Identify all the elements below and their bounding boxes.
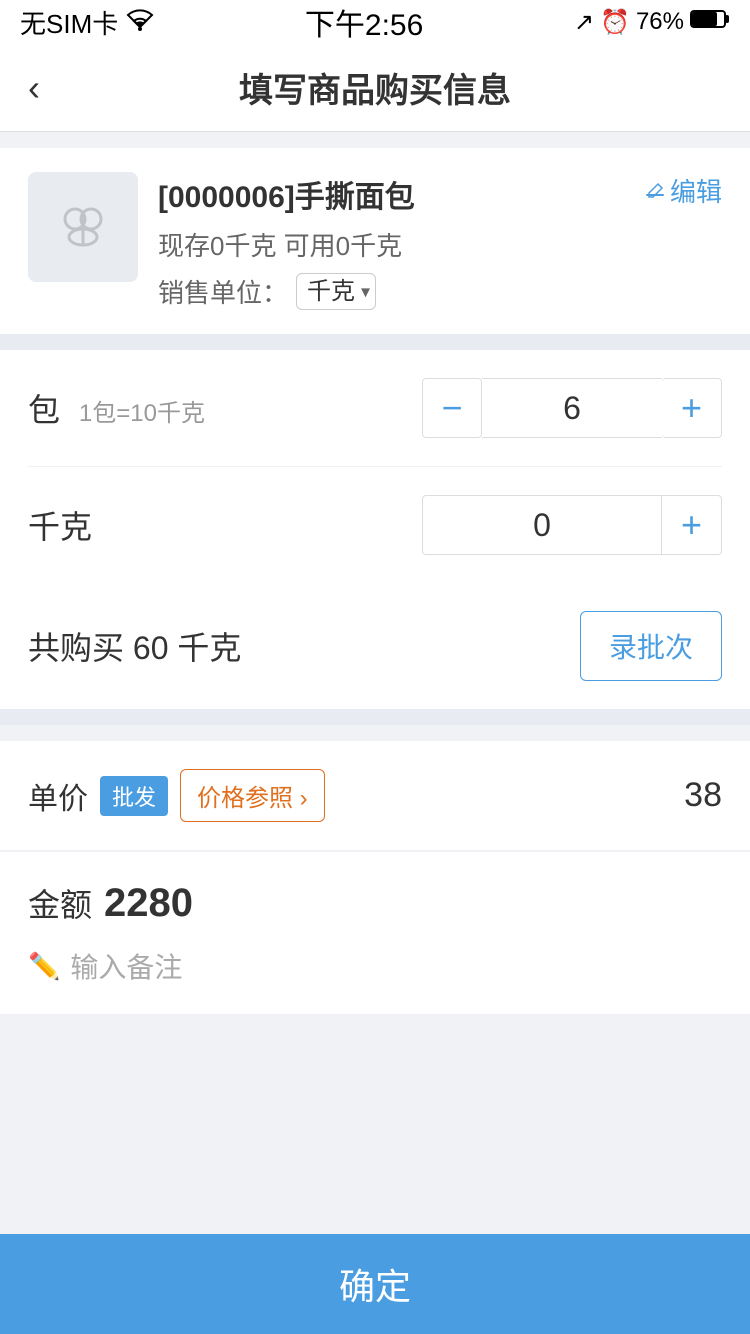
total-unit: 千克: [177, 630, 241, 666]
bao-label: 包 1包=10千克: [28, 385, 422, 431]
alarm-icon: ⏰: [600, 8, 630, 37]
product-stock: 现存0千克 可用0千克: [158, 226, 722, 263]
bao-sub: 1包=10千克: [79, 400, 205, 427]
bao-increment-button[interactable]: +: [662, 378, 722, 438]
price-tag: 批发: [100, 776, 168, 816]
kg-increment-button[interactable]: +: [662, 495, 722, 555]
divider-2: [0, 709, 750, 725]
product-name: [0000006]手撕面包: [158, 172, 722, 216]
amount-row: 金额 2280: [28, 880, 722, 926]
status-bar: 无SIM卡 下午2:56 ↗ ⏰ 76%: [0, 0, 750, 44]
bao-decrement-button[interactable]: −: [422, 378, 482, 438]
total-amount: 60: [133, 630, 169, 666]
amount-section: 金额 2280 ✏️ 输入备注: [0, 852, 750, 1014]
product-thumbnail: [28, 172, 138, 282]
note-placeholder: 输入备注: [70, 946, 182, 986]
carrier-text: 无SIM卡: [20, 4, 118, 41]
price-left: 单价 批发 价格参照 ›: [28, 769, 325, 822]
note-row[interactable]: ✏️ 输入备注: [28, 946, 722, 986]
bao-qty-input[interactable]: [482, 378, 662, 438]
batch-button[interactable]: 录批次: [580, 611, 722, 681]
kg-qty-controls: +: [422, 495, 722, 555]
price-section: 单价 批发 价格参照 › 38: [0, 741, 750, 850]
amount-value: 2280: [104, 881, 193, 926]
bao-qty-controls: − +: [422, 378, 722, 438]
edit-label: 编辑: [670, 172, 722, 209]
product-info: [0000006]手撕面包 现存0千克 可用0千克 销售单位： 千克 包: [158, 172, 722, 310]
amount-label: 金额: [28, 880, 92, 926]
unit-select[interactable]: 千克 包: [296, 273, 376, 310]
pencil-icon: ✏️: [28, 951, 60, 982]
location-icon: ↗: [574, 8, 594, 37]
price-reference-button[interactable]: 价格参照 ›: [180, 769, 325, 822]
price-label: 单价: [28, 774, 88, 818]
edit-button[interactable]: 编辑: [644, 172, 722, 209]
product-unit-row: 销售单位： 千克 包: [158, 273, 722, 310]
empty-space: [0, 1014, 750, 1214]
back-button[interactable]: ‹: [28, 67, 40, 109]
product-card: [0000006]手撕面包 现存0千克 可用0千克 销售单位： 千克 包 编辑: [0, 148, 750, 334]
unit-label: 销售单位：: [158, 273, 288, 310]
nav-bar: ‹ 填写商品购买信息: [0, 44, 750, 132]
unit-select-wrap[interactable]: 千克 包: [296, 273, 376, 310]
price-value: 38: [684, 776, 722, 815]
kg-qty-input[interactable]: [422, 495, 662, 555]
kg-qty-row: 千克 +: [28, 467, 722, 583]
battery-icon: [690, 8, 730, 36]
page-title: 填写商品购买信息: [239, 63, 511, 112]
divider-1: [0, 334, 750, 350]
bao-qty-row: 包 1包=10千克 − +: [28, 350, 722, 467]
confirm-button[interactable]: 确定: [0, 1234, 750, 1334]
quantity-section: 包 1包=10千克 − + 千克 +: [0, 350, 750, 583]
total-section: 共购买 60 千克 录批次: [0, 583, 750, 709]
time-display: 下午2:56: [305, 0, 423, 44]
battery-text: 76%: [636, 8, 684, 36]
wifi-icon: [126, 7, 154, 38]
kg-label: 千克: [28, 502, 422, 548]
total-text: 共购买 60 千克: [28, 623, 241, 669]
